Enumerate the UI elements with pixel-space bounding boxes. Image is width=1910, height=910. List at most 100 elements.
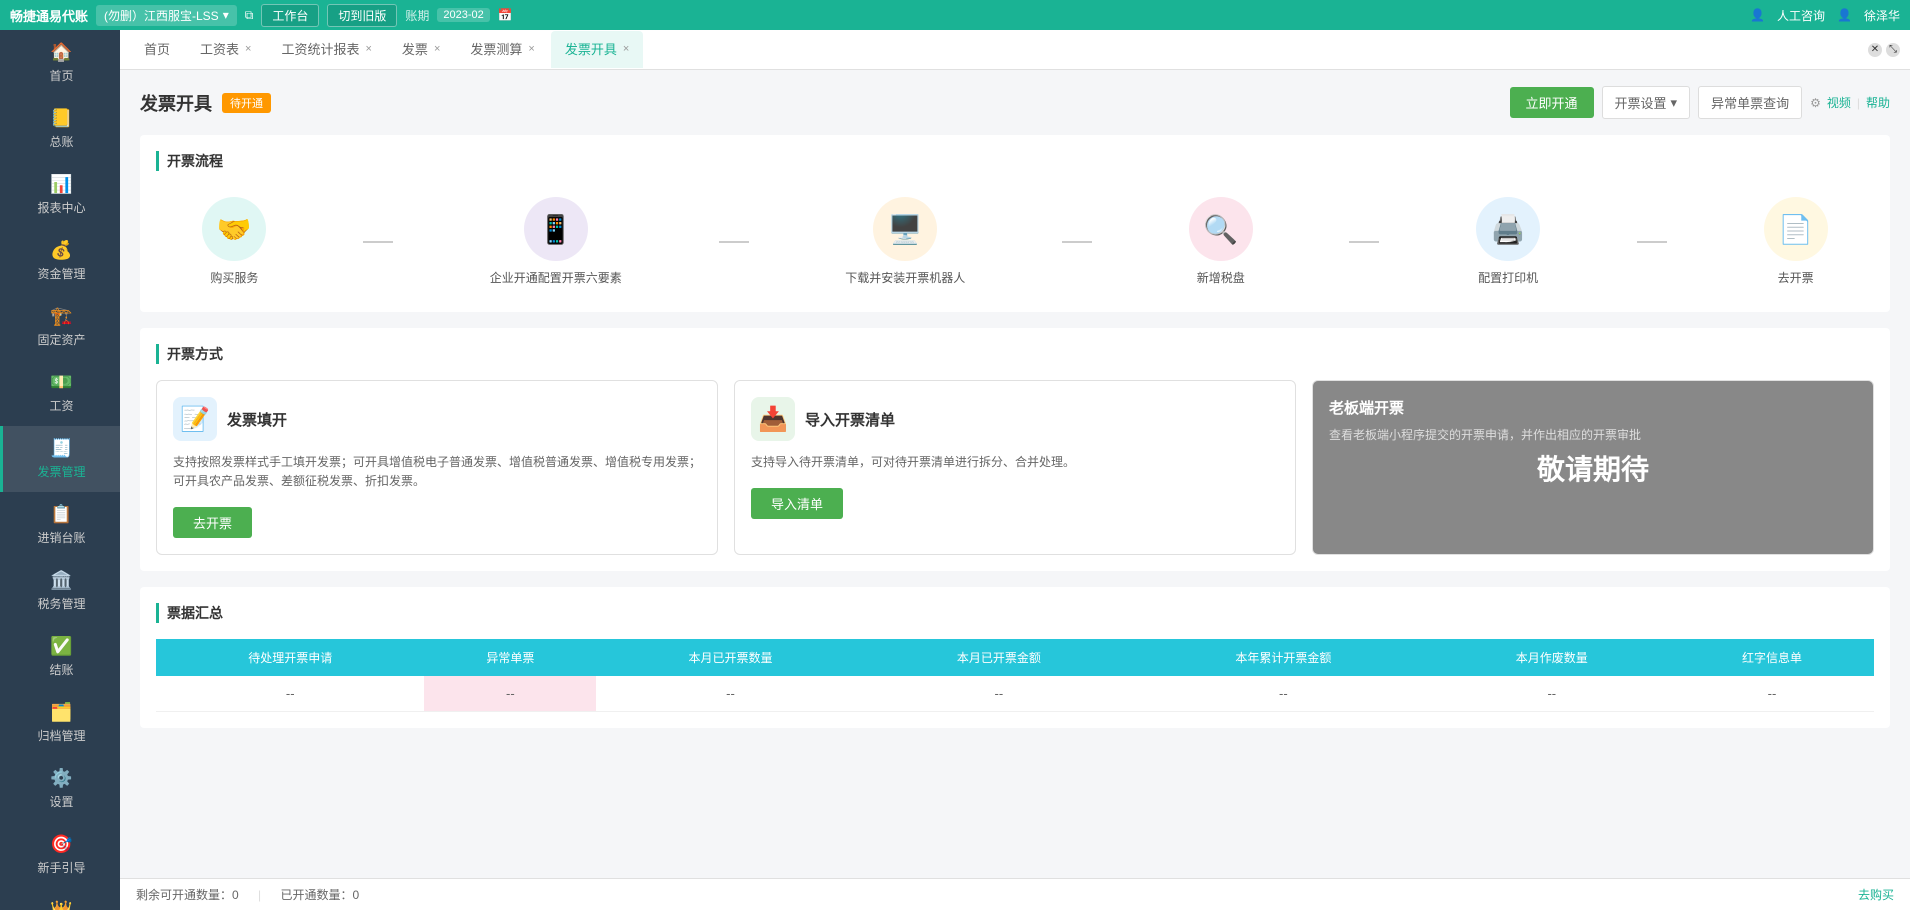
step-config-enterprise[interactable]: 📱 企业开通配置开票六要素: [490, 197, 622, 286]
tab-invoice-tool[interactable]: 发票开具×: [551, 31, 643, 68]
step-buy-service[interactable]: 🤝 购买服务: [202, 197, 266, 286]
open-settings-button[interactable]: 开票设置 ▾: [1602, 86, 1691, 119]
tab-close-salary-report[interactable]: ×: [365, 43, 371, 55]
step-icon-config-enterprise: 📱: [524, 197, 588, 261]
step-download-robot[interactable]: 🖥️ 下载并安装开票机器人: [845, 197, 965, 286]
purchase-icon: 📋: [50, 504, 72, 525]
tab-label-home: 首页: [144, 39, 170, 58]
tab-home[interactable]: 首页: [130, 31, 184, 68]
consultant-label[interactable]: 人工咨询: [1777, 7, 1825, 24]
sidebar-item-member[interactable]: 👑 畅会员: [0, 888, 120, 910]
summary-cell-1: --: [424, 676, 596, 712]
opened-label: 已开通数量：0: [281, 888, 360, 902]
import-invoice-card: 📥 导入开票清单 支持导入待开票清单，可对待开票清单进行拆分、合并处理。 导入清…: [734, 380, 1296, 555]
sidebar-item-home[interactable]: 🏠 首页: [0, 30, 120, 96]
page-actions: 立即开通 开票设置 ▾ 异常单票查询 ⚙ 视频 | 帮助: [1510, 86, 1891, 119]
sidebar-item-label-purchase: 进销台账: [37, 529, 85, 546]
top-bar-left: 畅捷通易代账 (勿删）江西服宝-LSS ▾ ⧉ 工作台 切到旧版 账期 2023…: [10, 4, 513, 27]
sidebar-item-reports[interactable]: 📊 报表中心: [0, 162, 120, 228]
sidebar-item-assets[interactable]: 🏗️ 固定资产: [0, 294, 120, 360]
sidebar-item-invoice[interactable]: 🧾 发票管理: [0, 426, 120, 492]
sidebar-item-guide[interactable]: 🎯 新手引导: [0, 822, 120, 888]
open-now-button[interactable]: 立即开通: [1510, 87, 1594, 118]
page-header: 发票开具 待开通 立即开通 开票设置 ▾ 异常单票查询 ⚙ 视频 | 帮助: [140, 86, 1890, 119]
tab-close-invoice[interactable]: ×: [434, 43, 440, 55]
sidebar-item-archive[interactable]: 🗂️ 归档管理: [0, 690, 120, 756]
tab-salary-report[interactable]: 工资统计报表 ×: [267, 31, 385, 68]
assets-icon: 🏗️: [50, 306, 72, 327]
close-window-button[interactable]: ✕: [1868, 43, 1882, 57]
sidebar-item-label-reports: 报表中心: [37, 199, 85, 216]
step-label-add-taxbox: 新增税盘: [1197, 269, 1245, 286]
sidebar: 🏠 首页 📒 总账 📊 报表中心 💰 资金管理 🏗️ 固定资产 💵 工资 🧾 发…: [0, 30, 120, 910]
manual-invoice-desc: 支持按照发票样式手工填开发票；可开具增值税电子普通发票、增值税普通发票、增值税专…: [173, 453, 701, 491]
sidebar-item-finance[interactable]: 💰 资金管理: [0, 228, 120, 294]
bottom-bar: 剩余可开通数量：0 | 已开通数量：0 去购买: [120, 878, 1910, 910]
switch-version-button[interactable]: 切到旧版: [327, 4, 397, 27]
restore-window-button[interactable]: ⤡: [1886, 43, 1900, 57]
tab-label-salary-report: 工资统计报表: [281, 39, 359, 58]
sidebar-item-settlement[interactable]: ✅ 结账: [0, 624, 120, 690]
help-label[interactable]: 帮助: [1866, 94, 1890, 111]
sidebar-item-ledger[interactable]: 📒 总账: [0, 96, 120, 162]
step-config-printer[interactable]: 🖨️ 配置打印机: [1476, 197, 1540, 286]
invoice-methods: 📝 发票填开 支持按照发票样式手工填开发票；可开具增值税电子普通发票、增值税普通…: [156, 380, 1874, 555]
step-icon-buy-service: 🤝: [202, 197, 266, 261]
user-name[interactable]: 徐泽华: [1864, 7, 1900, 24]
buy-link[interactable]: 去购买: [1858, 886, 1894, 903]
manual-invoice-icon: 📝: [173, 397, 217, 441]
step-arrow-1: [719, 241, 749, 243]
step-arrow-2: [1062, 241, 1092, 243]
page-content: 发票开具 待开通 立即开通 开票设置 ▾ 异常单票查询 ⚙ 视频 | 帮助: [120, 70, 1910, 878]
summary-table: 待处理开票申请异常单票本月已开票数量本月已开票金额本年累计开票金额本月作废数量红…: [156, 639, 1874, 712]
step-add-taxbox[interactable]: 🔍 新增税盘: [1189, 197, 1253, 286]
tab-invoice[interactable]: 发票×: [388, 31, 454, 68]
summary-title: 票据汇总: [156, 603, 1874, 623]
anomaly-query-button[interactable]: 异常单票查询: [1698, 86, 1802, 119]
sidebar-item-payroll[interactable]: 💵 工资: [0, 360, 120, 426]
step-label-buy-service: 购买服务: [210, 269, 258, 286]
help-area: ⚙ 视频 | 帮助: [1810, 94, 1890, 111]
tab-label-invoice-calc: 发票测算: [470, 39, 522, 58]
tab-close-invoice-tool[interactable]: ×: [623, 43, 629, 55]
step-open-invoice[interactable]: 📄 去开票: [1764, 197, 1828, 286]
calendar-icon[interactable]: 📅: [498, 8, 513, 22]
finance-icon: 💰: [50, 240, 72, 261]
step-label-download-robot: 下载并安装开票机器人: [845, 269, 965, 286]
sidebar-item-label-assets: 固定资产: [37, 331, 85, 348]
copy-icon[interactable]: ⧉: [245, 8, 254, 23]
top-bar-right: 👤 人工咨询 👤 徐泽华: [1750, 7, 1900, 24]
workspace-button[interactable]: 工作台: [261, 4, 319, 27]
tab-salary[interactable]: 工资表×: [186, 31, 265, 68]
sidebar-item-settings[interactable]: ⚙️ 设置: [0, 756, 120, 822]
divider: |: [1857, 96, 1860, 110]
step-arrow-4: [1637, 241, 1667, 243]
sidebar-item-label-settings: 设置: [49, 793, 73, 810]
manual-invoice-title: 发票填开: [227, 409, 287, 430]
go-invoice-button[interactable]: 去开票: [173, 507, 252, 538]
company-selector[interactable]: (勿删）江西服宝-LSS ▾: [96, 5, 237, 26]
summary-cell-0: --: [156, 676, 424, 712]
settings-label: 开票设置: [1615, 93, 1667, 112]
tab-close-salary[interactable]: ×: [245, 43, 251, 55]
sidebar-item-label-finance: 资金管理: [37, 265, 85, 282]
step-label-config-printer: 配置打印机: [1478, 269, 1538, 286]
period-value[interactable]: 2023-02: [437, 8, 489, 22]
import-list-button[interactable]: 导入清单: [751, 488, 843, 519]
process-section-title: 开票流程: [156, 151, 1874, 171]
main-layout: 🏠 首页 📒 总账 📊 报表中心 💰 资金管理 🏗️ 固定资产 💵 工资 🧾 发…: [0, 30, 1910, 910]
remaining-label: 剩余可开通数量：0: [136, 888, 239, 902]
summary-col-header: 红字信息单: [1670, 639, 1874, 676]
ledger-icon: 📒: [50, 108, 72, 129]
content-area: 首页工资表×工资统计报表×发票×发票测算×发票开具× ✕ ⤡ 发票开具 待开通 …: [120, 30, 1910, 910]
summary-col-header: 本年累计开票金额: [1133, 639, 1434, 676]
bottom-stats: 剩余可开通数量：0 | 已开通数量：0: [136, 886, 359, 903]
sidebar-item-tax[interactable]: 🏛️ 税务管理: [0, 558, 120, 624]
view-help[interactable]: 视频: [1827, 94, 1851, 111]
sidebar-item-label-archive: 归档管理: [37, 727, 85, 744]
company-dropdown-icon: ▾: [223, 8, 229, 22]
tab-close-invoice-calc[interactable]: ×: [528, 43, 534, 55]
tab-invoice-calc[interactable]: 发票测算 ×: [456, 31, 548, 68]
sidebar-item-purchase[interactable]: 📋 进销台账: [0, 492, 120, 558]
process-section: 开票流程 🤝 购买服务 📱 企业开通配置开票六要素 🖥️ 下载并安装开票机器人 …: [140, 135, 1890, 312]
